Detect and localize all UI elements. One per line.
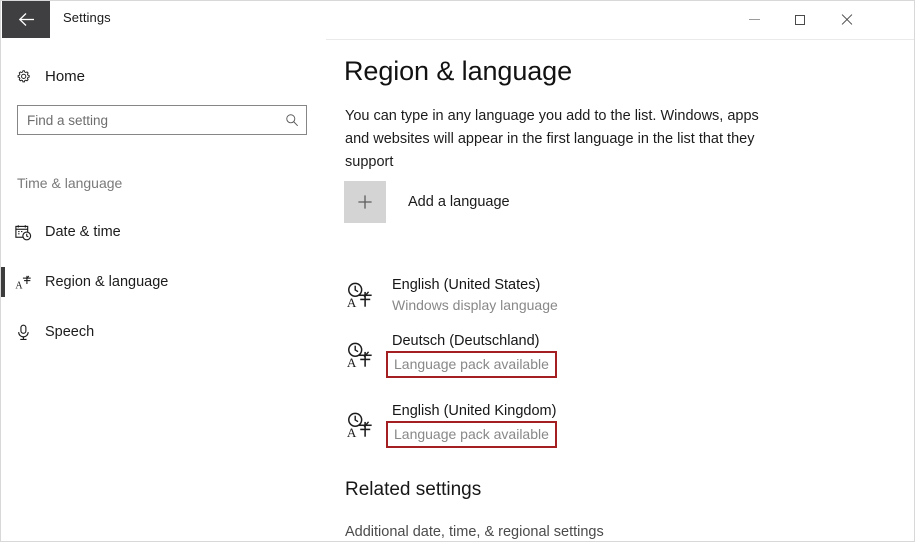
language-clock-icon: A	[344, 340, 392, 371]
language-name: English (United States)	[392, 276, 541, 293]
maximize-button[interactable]	[777, 1, 823, 38]
sidebar-item-label: Region & language	[45, 274, 169, 290]
calendar-clock-icon	[1, 223, 45, 242]
related-settings-link[interactable]: Additional date, time, & regional settin…	[345, 524, 604, 540]
related-settings-title: Related settings	[345, 479, 482, 500]
language-status: Windows display language	[392, 296, 558, 313]
sidebar-item-speech[interactable]: Speech	[1, 307, 326, 357]
svg-text:A: A	[347, 294, 357, 309]
back-arrow-icon	[18, 12, 35, 27]
maximize-icon	[795, 14, 805, 25]
language-clock-icon: A	[344, 410, 392, 441]
language-status-highlighted: Language pack available	[386, 421, 557, 448]
sidebar-category-label: Time & language	[17, 175, 123, 191]
svg-text:A: A	[347, 354, 357, 369]
gear-icon	[1, 68, 45, 85]
add-language-label: Add a language	[408, 194, 510, 210]
language-status-highlighted: Language pack available	[386, 351, 557, 378]
language-name: English (United Kingdom)	[392, 403, 557, 419]
minimize-button[interactable]	[731, 1, 777, 38]
language-name: Deutsch (Deutschland)	[392, 333, 540, 349]
sidebar-item-date-time[interactable]: Date & time	[1, 207, 326, 257]
sidebar-item-region-language[interactable]: A Region & language	[1, 257, 326, 307]
language-texts: Deutsch (Deutschland) Language pack avai…	[386, 332, 864, 378]
minimize-icon	[748, 19, 760, 20]
settings-window: Settings Home Find a setting Time & lang…	[0, 0, 915, 542]
svg-text:A: A	[347, 424, 357, 439]
sidebar-item-label: Speech	[45, 324, 95, 340]
page-description: You can type in any language you add to …	[345, 108, 759, 170]
back-button[interactable]	[2, 1, 50, 38]
search-icon[interactable]	[278, 113, 306, 127]
microphone-icon	[1, 323, 45, 342]
plus-icon	[344, 181, 386, 223]
sidebar-item-home[interactable]: Home	[1, 59, 301, 93]
language-list-item[interactable]: A Deutsch (Deutschland) Language pack av…	[344, 331, 864, 379]
window-title: Settings	[63, 10, 111, 25]
language-texts: English (United Kingdom) Language pack a…	[386, 402, 864, 448]
language-list-item[interactable]: A English (United States) Windows displa…	[344, 271, 864, 319]
page-title: Region & language	[344, 56, 572, 86]
search-box[interactable]	[17, 105, 307, 135]
sidebar-nav-list: Date & time A Region & language Speech	[1, 207, 326, 357]
language-list-item[interactable]: A English (United Kingdom) Language pack…	[344, 401, 864, 449]
language-clock-icon: A	[344, 280, 392, 311]
language-texts: English (United States) Windows display …	[392, 276, 864, 315]
add-language-button[interactable]: Add a language	[344, 181, 510, 223]
close-button[interactable]	[823, 1, 869, 38]
search-input[interactable]	[18, 112, 278, 128]
main-content: Region & language You can type in any la…	[326, 39, 914, 541]
close-icon	[840, 13, 853, 26]
sidebar-home-label: Home	[45, 67, 86, 85]
language-icon: A	[1, 273, 45, 292]
svg-text:A: A	[15, 280, 23, 291]
sidebar-item-label: Date & time	[45, 224, 121, 240]
sidebar: Home Time & language	[1, 39, 326, 541]
title-bar: Settings	[1, 1, 914, 40]
